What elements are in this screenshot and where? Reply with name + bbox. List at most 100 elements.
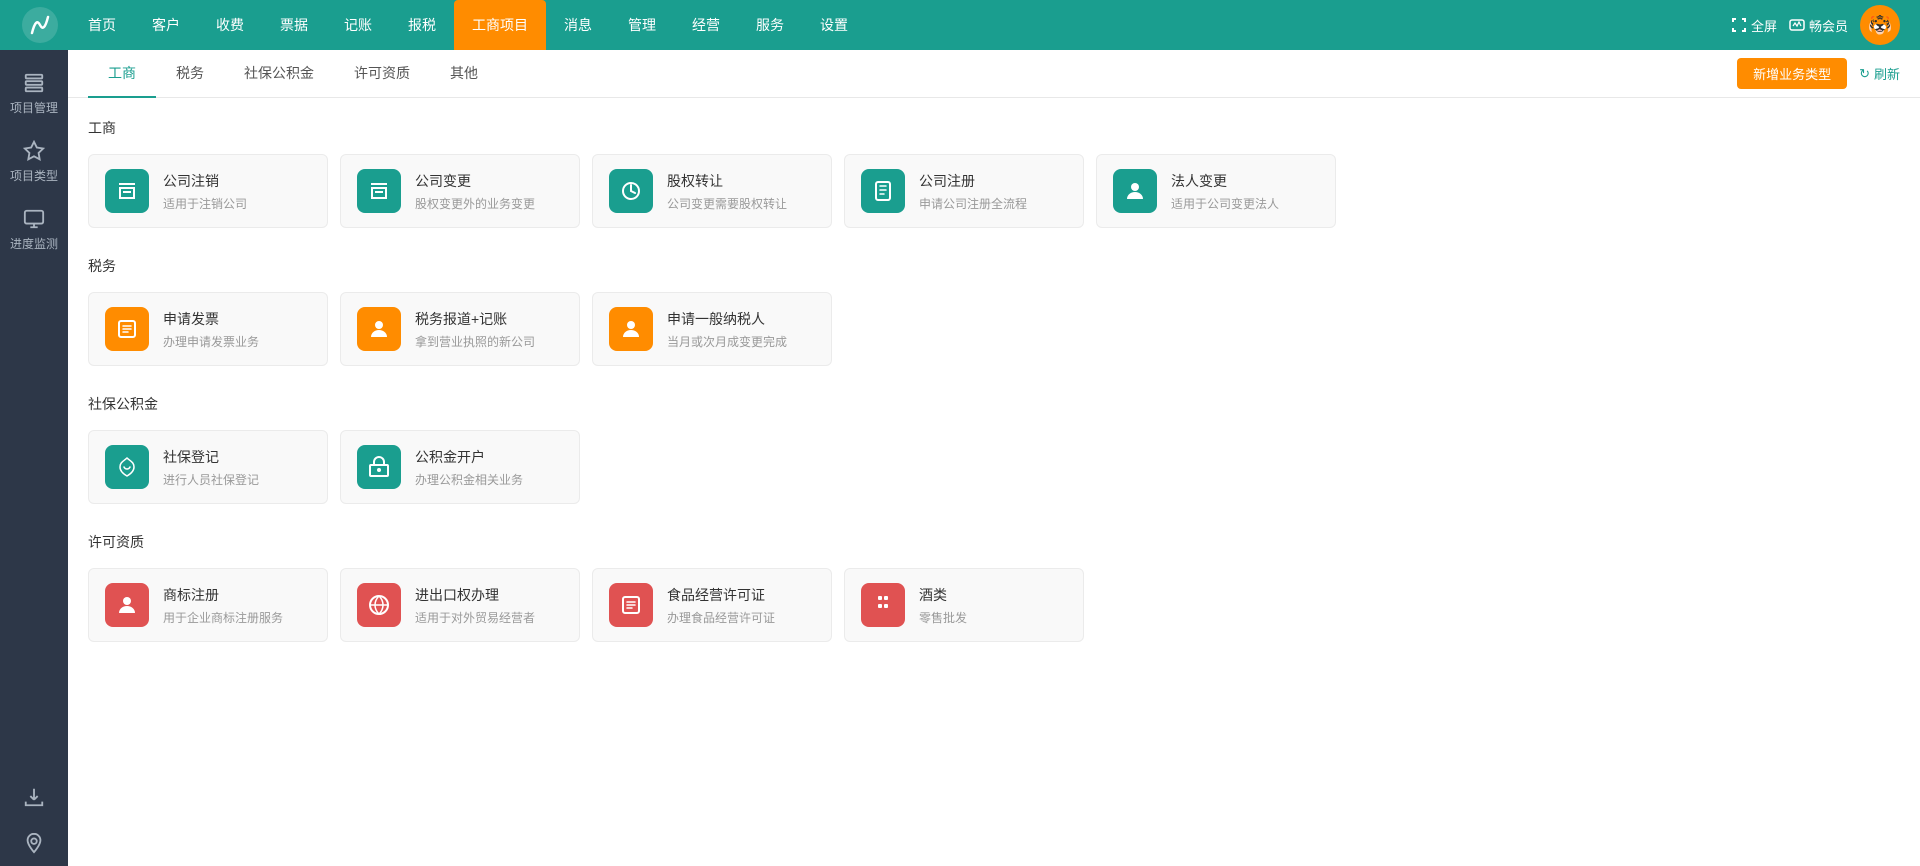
refresh-icon: ↻ xyxy=(1859,66,1870,82)
card-desc: 适用于公司变更法人 xyxy=(1171,195,1279,212)
card-icon-food-license xyxy=(609,583,653,627)
tab-shuiwu[interactable]: 税务 xyxy=(156,51,224,98)
card-title: 公司注销 xyxy=(163,171,247,191)
sidebar-download[interactable] xyxy=(0,774,68,820)
card-desc: 申请公司注册全流程 xyxy=(919,195,1027,212)
card-title: 社保登记 xyxy=(163,447,259,467)
card-icon-legal-change xyxy=(1113,169,1157,213)
mascot-icon: 🐯 xyxy=(1860,5,1900,45)
add-type-button[interactable]: 新增业务类型 xyxy=(1737,58,1847,89)
sidebar-item-project-type[interactable]: 项目类型 xyxy=(0,128,68,196)
card-info-company-cancel: 公司注销 适用于注销公司 xyxy=(163,171,247,212)
card-company-register[interactable]: 公司注册 申请公司注册全流程 xyxy=(844,154,1084,228)
card-title: 公司变更 xyxy=(415,171,535,191)
card-general-taxpayer[interactable]: 申请一般纳税人 当月或次月成变更完成 xyxy=(592,292,832,366)
card-title: 法人变更 xyxy=(1171,171,1279,191)
card-icon-company-cancel xyxy=(105,169,149,213)
top-right-actions: 全屏 畅会员 🐯 xyxy=(1731,5,1920,45)
content-area: 工商 税务 社保公积金 许可资质 其他 新增业务类型 ↻ 刷新 工商 xyxy=(68,50,1920,866)
nav-operation[interactable]: 经营 xyxy=(674,0,738,50)
cards-grid-shebao: 社保登记 进行人员社保登记 公积金开户 办理公积金相关业务 xyxy=(88,430,1900,504)
card-legal-change[interactable]: 法人变更 适用于公司变更法人 xyxy=(1096,154,1336,228)
card-info-import-export: 进出口权办理 适用于对外贸易经营者 xyxy=(415,585,535,626)
nav-bizproject[interactable]: 工商项目 xyxy=(454,0,546,50)
card-desc: 进行人员社保登记 xyxy=(163,471,259,488)
card-desc: 零售批发 xyxy=(919,609,967,626)
card-title: 公积金开户 xyxy=(415,447,523,467)
tab-bar-actions: 新增业务类型 ↻ 刷新 xyxy=(1737,58,1900,89)
cards-grid-xuke: 商标注册 用于企业商标注册服务 进出口权办理 适用于对外贸易经营者 xyxy=(88,568,1900,642)
card-info-tax-report: 税务报道+记账 拿到营业执照的新公司 xyxy=(415,309,535,350)
sidebar-bottom xyxy=(0,774,68,866)
card-info-trademark: 商标注册 用于企业商标注册服务 xyxy=(163,585,283,626)
card-equity-transfer[interactable]: 股权转让 公司变更需要股权转让 xyxy=(592,154,832,228)
fullscreen-button[interactable]: 全屏 xyxy=(1731,16,1777,35)
card-icon-trademark xyxy=(105,583,149,627)
card-food-license[interactable]: 食品经营许可证 办理食品经营许可证 xyxy=(592,568,832,642)
card-icon-company-register xyxy=(861,169,905,213)
card-icon-import-export xyxy=(357,583,401,627)
vip-button[interactable]: 畅会员 xyxy=(1789,16,1848,35)
nav-manage[interactable]: 管理 xyxy=(610,0,674,50)
card-desc: 拿到营业执照的新公司 xyxy=(415,333,535,350)
nav-settings[interactable]: 设置 xyxy=(802,0,866,50)
card-desc: 适用于注销公司 xyxy=(163,195,247,212)
tab-gongshang[interactable]: 工商 xyxy=(88,51,156,98)
card-title: 申请一般纳税人 xyxy=(667,309,787,329)
card-icon-company-change xyxy=(357,169,401,213)
card-tax-report[interactable]: 税务报道+记账 拿到营业执照的新公司 xyxy=(340,292,580,366)
nav-accounting[interactable]: 记账 xyxy=(326,0,390,50)
section-label-shuiwu: 税务 xyxy=(88,256,1900,276)
sidebar-item-project-manage[interactable]: 项目管理 xyxy=(0,60,68,128)
card-title: 税务报道+记账 xyxy=(415,309,535,329)
card-icon-apply-invoice xyxy=(105,307,149,351)
card-desc: 当月或次月成变更完成 xyxy=(667,333,787,350)
card-icon-liquor xyxy=(861,583,905,627)
card-trademark[interactable]: 商标注册 用于企业商标注册服务 xyxy=(88,568,328,642)
nav-service[interactable]: 服务 xyxy=(738,0,802,50)
refresh-button[interactable]: ↻ 刷新 xyxy=(1859,64,1900,83)
card-desc: 办理食品经营许可证 xyxy=(667,609,775,626)
card-liquor[interactable]: 酒类 零售批发 xyxy=(844,568,1084,642)
nav-customer[interactable]: 客户 xyxy=(134,0,198,50)
tab-shebao[interactable]: 社保公积金 xyxy=(224,51,334,98)
card-info-social-insurance: 社保登记 进行人员社保登记 xyxy=(163,447,259,488)
tab-bar: 工商 税务 社保公积金 许可资质 其他 新增业务类型 ↻ 刷新 xyxy=(68,50,1920,98)
sidebar-item-progress-monitor[interactable]: 进度监测 xyxy=(0,196,68,264)
section-label-xuke: 许可资质 xyxy=(88,532,1900,552)
card-desc: 公司变更需要股权转让 xyxy=(667,195,787,212)
card-title: 股权转让 xyxy=(667,171,787,191)
card-title: 公司注册 xyxy=(919,171,1027,191)
card-info-housing-fund: 公积金开户 办理公积金相关业务 xyxy=(415,447,523,488)
card-housing-fund[interactable]: 公积金开户 办理公积金相关业务 xyxy=(340,430,580,504)
card-icon-equity-transfer xyxy=(609,169,653,213)
card-import-export[interactable]: 进出口权办理 适用于对外贸易经营者 xyxy=(340,568,580,642)
card-desc: 用于企业商标注册服务 xyxy=(163,609,283,626)
tab-other[interactable]: 其他 xyxy=(430,51,498,98)
nav-fee[interactable]: 收费 xyxy=(198,0,262,50)
tab-xuke[interactable]: 许可资质 xyxy=(334,51,430,98)
sidebar-location[interactable] xyxy=(0,820,68,866)
card-info-company-register: 公司注册 申请公司注册全流程 xyxy=(919,171,1027,212)
logo xyxy=(10,0,70,50)
section-label-shebao: 社保公积金 xyxy=(88,394,1900,414)
card-desc: 适用于对外贸易经营者 xyxy=(415,609,535,626)
card-icon-housing-fund xyxy=(357,445,401,489)
card-company-change[interactable]: 公司变更 股权变更外的业务变更 xyxy=(340,154,580,228)
card-social-insurance[interactable]: 社保登记 进行人员社保登记 xyxy=(88,430,328,504)
card-info-food-license: 食品经营许可证 办理食品经营许可证 xyxy=(667,585,775,626)
card-company-cancel[interactable]: 公司注销 适用于注销公司 xyxy=(88,154,328,228)
card-icon-tax-report xyxy=(357,307,401,351)
card-title: 申请发票 xyxy=(163,309,259,329)
main-layout: 项目管理 项目类型 进度监测 xyxy=(0,50,1920,866)
nav-tax[interactable]: 报税 xyxy=(390,0,454,50)
cards-grid-shuiwu: 申请发票 办理申请发票业务 税务报道+记账 拿到营业执照的新公司 xyxy=(88,292,1900,366)
nav-home[interactable]: 首页 xyxy=(70,0,134,50)
cards-grid-gongshang: 公司注销 适用于注销公司 公司变更 股权变更外的业务变更 xyxy=(88,154,1900,228)
nav-invoice[interactable]: 票据 xyxy=(262,0,326,50)
nav-message[interactable]: 消息 xyxy=(546,0,610,50)
page-content: 工商 公司注销 适用于注销公司 公司变更 xyxy=(68,98,1920,866)
card-info-equity: 股权转让 公司变更需要股权转让 xyxy=(667,171,787,212)
card-apply-invoice[interactable]: 申请发票 办理申请发票业务 xyxy=(88,292,328,366)
card-desc: 办理申请发票业务 xyxy=(163,333,259,350)
